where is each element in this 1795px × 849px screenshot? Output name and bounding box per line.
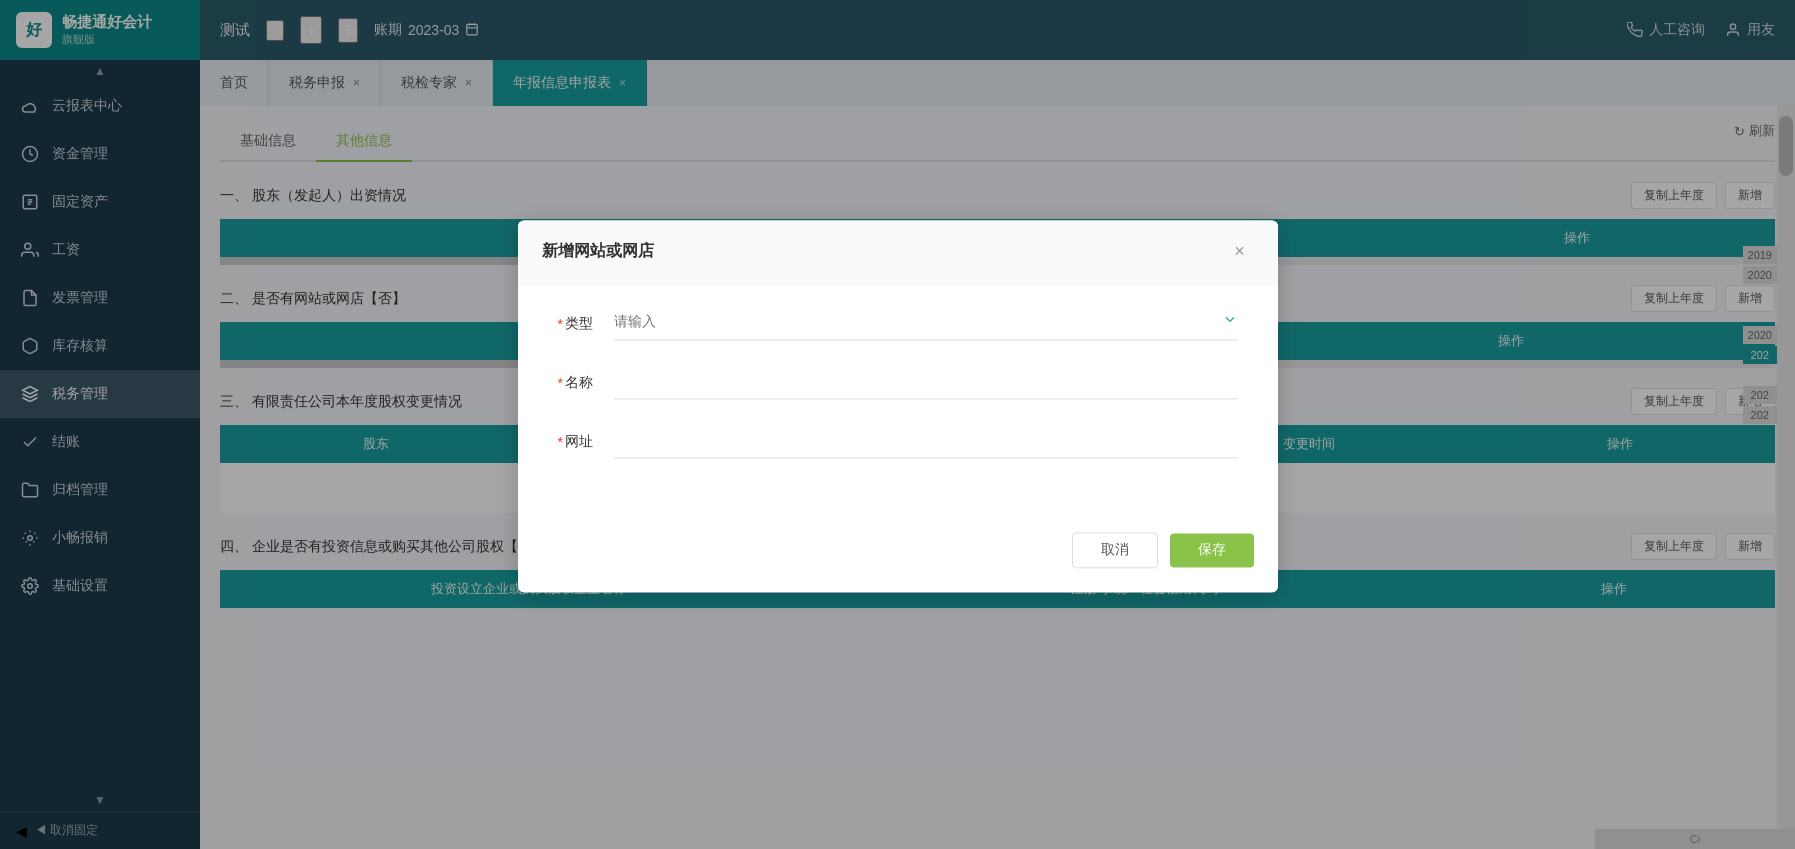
url-label-text: 网址 (565, 433, 593, 451)
cancel-button[interactable]: 取消 (1072, 532, 1158, 568)
url-label: * 网址 (558, 433, 598, 451)
type-dropdown-arrow[interactable] (1222, 311, 1238, 330)
modal-title: 新增网站或网店 (542, 241, 654, 262)
url-required-star: * (558, 434, 563, 450)
form-row-url: * 网址 (558, 427, 1238, 458)
modal-body: * 类型 * 名称 (518, 285, 1278, 516)
type-label-text: 类型 (565, 315, 593, 333)
form-row-url-inner: * 网址 (558, 427, 1238, 458)
url-input[interactable] (614, 427, 1238, 451)
form-row-type-inner: * 类型 (558, 309, 1238, 340)
modal-header: 新增网站或网店 × (518, 220, 1278, 285)
type-label: * 类型 (558, 315, 598, 333)
form-row-type: * 类型 (558, 309, 1238, 340)
type-input-wrapper (614, 309, 1238, 340)
add-website-modal: 新增网站或网店 × * 类型 * (518, 220, 1278, 592)
name-input[interactable] (614, 368, 1238, 392)
form-row-name-inner: * 名称 (558, 368, 1238, 399)
type-required-star: * (558, 316, 563, 332)
url-input-wrapper (614, 427, 1238, 458)
modal-close-button[interactable]: × (1226, 238, 1254, 266)
name-label: * 名称 (558, 374, 598, 392)
modal-footer: 取消 保存 (518, 516, 1278, 592)
name-label-text: 名称 (565, 374, 593, 392)
name-required-star: * (558, 375, 563, 391)
form-row-name: * 名称 (558, 368, 1238, 399)
type-input[interactable] (614, 309, 1222, 333)
name-input-wrapper (614, 368, 1238, 399)
save-button[interactable]: 保存 (1170, 533, 1254, 567)
